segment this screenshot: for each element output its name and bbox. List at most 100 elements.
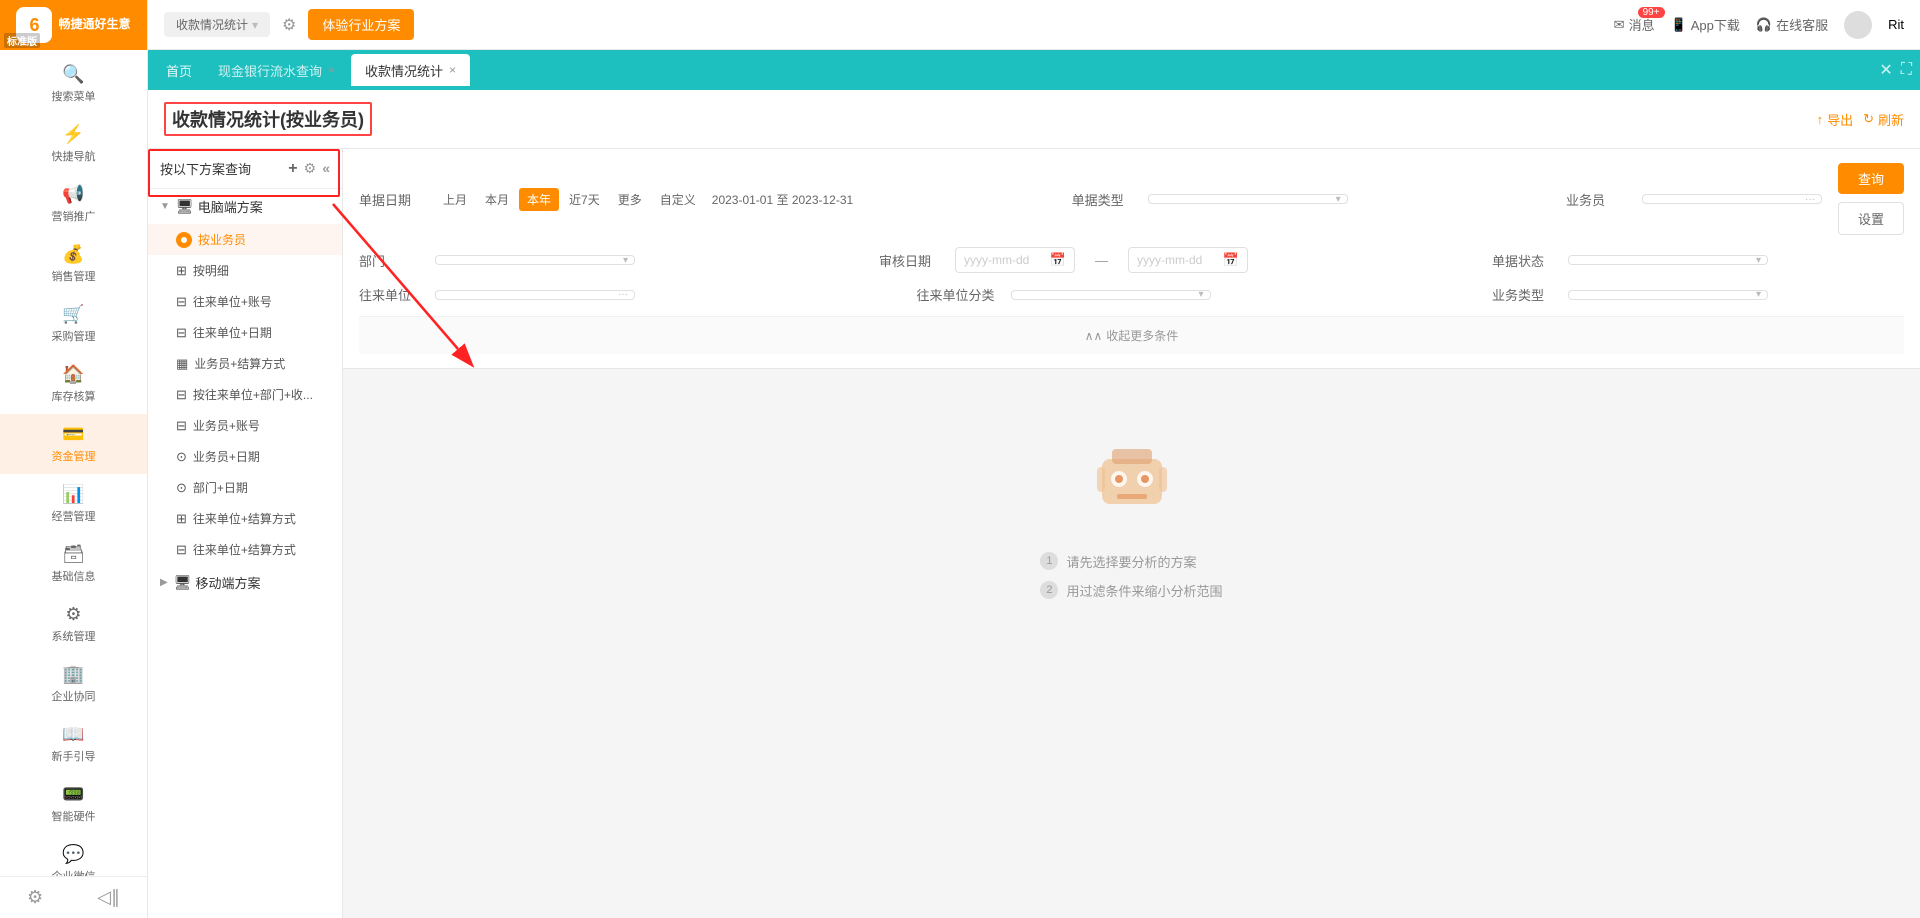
staff-select[interactable]: ···	[1642, 194, 1822, 204]
scheme-item-counterpart_dept[interactable]: ⊟按往来单位+部门+收...	[148, 379, 342, 410]
sidebar-item-basic[interactable]: 🗃基础信息	[0, 534, 147, 594]
sidebar-item-wechat[interactable]: 💬企业微信	[0, 834, 147, 876]
query-button[interactable]: 查询	[1838, 163, 1904, 194]
app-download-label: App下载	[1691, 15, 1740, 34]
counterpart-more: ···	[618, 289, 628, 300]
logo-text: 畅捷通好生意	[58, 17, 130, 33]
search-label: 搜索菜单	[52, 88, 96, 104]
breadcrumb-text: 收款情况统计	[176, 16, 248, 33]
scheme-group-header-desktop[interactable]: ▼🖥电脑端方案	[148, 189, 342, 224]
sidebar-item-marketing[interactable]: 📢营销推广	[0, 174, 147, 234]
step-1-text: 请先选择要分析的方案	[1066, 552, 1196, 571]
scheme-item-counterpart_settlement1[interactable]: ⊞往来单位+结算方式	[148, 503, 342, 534]
scheme-list: ▼🖥电脑端方案按业务员⊞按明细⊟往来单位+账号⊟往来单位+日期▦业务员+结算方式…	[148, 189, 342, 600]
search-icon: 🔍	[62, 64, 84, 85]
collapse-panel-icon[interactable]: «	[322, 160, 330, 178]
sidebar-bottom: ⚙ ◁∥	[0, 876, 147, 918]
sidebar-item-purchase[interactable]: 🛒采购管理	[0, 294, 147, 354]
online-service-action[interactable]: 🎧 在线客服	[1756, 15, 1828, 34]
user-avatar[interactable]	[1844, 11, 1872, 39]
marketing-icon: 📢	[62, 184, 84, 205]
date-tab-上月[interactable]: 上月	[435, 188, 475, 211]
left-panel: 按以下方案查询 + ⚙ « ▼🖥电脑端方案按业务员⊞按明细⊟往来单位+账号⊟往来…	[148, 149, 343, 918]
scheme-item-staff_date[interactable]: ⊙业务员+日期	[148, 441, 342, 472]
scheme-settings-icon[interactable]: ⚙	[304, 160, 317, 178]
scheme-item-label-staff_settlement: 业务员+结算方式	[194, 355, 285, 372]
sidebar-item-sales[interactable]: 💰销售管理	[0, 234, 147, 294]
phone-icon: 📱	[1671, 17, 1687, 33]
messages-badge: 99+	[1638, 7, 1665, 18]
sidebar-item-enterprise[interactable]: 🏢企业协同	[0, 654, 147, 714]
date-tab-自定义[interactable]: 自定义	[652, 188, 704, 211]
counterpart-category-caret: ▾	[1198, 289, 1203, 300]
collapse-icon: ∧∧	[1085, 329, 1103, 343]
sidebar-item-warehouse[interactable]: 🏠库存核算	[0, 354, 147, 414]
wechat-icon: 💬	[62, 844, 84, 865]
biz-type-caret: ▾	[1756, 289, 1761, 300]
biz-type-select[interactable]: ▾	[1568, 290, 1768, 300]
tab-bank-close[interactable]: ×	[328, 63, 335, 77]
scheme-item-label-counterpart_date: 往来单位+日期	[193, 324, 272, 341]
item-icon-counterpart_settlement1: ⊞	[176, 511, 187, 527]
trial-button[interactable]: 体验行业方案	[308, 9, 414, 40]
scheme-item-staff_settlement[interactable]: ▦业务员+结算方式	[148, 348, 342, 379]
tab-bank[interactable]: 现金银行流水查询×	[204, 54, 349, 86]
scheme-item-counterpart_date[interactable]: ⊟往来单位+日期	[148, 317, 342, 348]
collapse-sidebar-icon[interactable]: ◁∥	[97, 887, 120, 908]
tab-bar: 首页 现金银行流水查询×收款情况统计× ✕ ⛶	[148, 50, 1920, 90]
counterpart-category-label: 往来单位分类	[917, 285, 995, 304]
finance-icon: 💳	[62, 424, 84, 445]
staff-caret: ···	[1805, 194, 1815, 205]
date-tab-更多[interactable]: 更多	[610, 188, 650, 211]
staff-label: 业务员	[1566, 190, 1626, 209]
scheme-item-by_detail[interactable]: ⊞按明细	[148, 255, 342, 286]
tabs-container: 现金银行流水查询×收款情况统计×	[204, 54, 470, 86]
empty-step-1: 1 请先选择要分析的方案	[1040, 552, 1222, 571]
doc-status-select[interactable]: ▾	[1568, 255, 1768, 265]
collapse-filter-button[interactable]: ∧∧ 收起更多条件	[359, 316, 1904, 354]
sidebar-item-shortcut[interactable]: ⚡快捷导航	[0, 114, 147, 174]
tab-receipt[interactable]: 收款情况统计×	[351, 54, 470, 86]
add-scheme-icon[interactable]: +	[288, 160, 297, 178]
messages-action[interactable]: ✉ 消息 99+	[1614, 15, 1655, 34]
scheme-item-label-staff_account: 业务员+账号	[193, 417, 260, 434]
sidebar-item-operation[interactable]: 📊经营管理	[0, 474, 147, 534]
scheme-group-desktop: ▼🖥电脑端方案按业务员⊞按明细⊟往来单位+账号⊟往来单位+日期▦业务员+结算方式…	[148, 189, 342, 565]
review-date-from[interactable]: yyyy-mm-dd 📅	[955, 247, 1075, 273]
biz-type-label: 业务类型	[1492, 285, 1552, 304]
tab-receipt-close[interactable]: ×	[449, 63, 456, 77]
doc-type-select[interactable]: ▾	[1148, 194, 1348, 204]
date-tab-近7天[interactable]: 近7天	[561, 188, 608, 211]
date-tabs-control: 上月本月本年近7天更多自定义 2023-01-01 至 2023-12-31	[435, 188, 853, 211]
date-tab-本月[interactable]: 本月	[477, 188, 517, 211]
scheme-item-dept_date[interactable]: ⊙部门+日期	[148, 472, 342, 503]
sidebar-item-hardware[interactable]: 📟智能硬件	[0, 774, 147, 834]
date-tab-本年[interactable]: 本年	[519, 188, 559, 211]
tab-home[interactable]: 首页	[156, 54, 202, 86]
step-1-num: 1	[1040, 552, 1058, 570]
maximize-button[interactable]: ⛶	[1901, 61, 1912, 79]
counterpart-select[interactable]: ···	[435, 290, 635, 300]
scheme-item-counterpart_settlement2[interactable]: ⊟往来单位+结算方式	[148, 534, 342, 565]
close-window-button[interactable]: ✕	[1879, 60, 1892, 80]
scheme-item-staff_account[interactable]: ⊟业务员+账号	[148, 410, 342, 441]
review-date-to[interactable]: yyyy-mm-dd 📅	[1128, 247, 1248, 273]
breadcrumb-caret: ▾	[252, 18, 258, 32]
step-2-num: 2	[1040, 581, 1058, 599]
dept-select[interactable]: ▾	[435, 255, 635, 265]
export-button[interactable]: ↑ 导出	[1817, 110, 1854, 129]
scheme-item-by_staff[interactable]: 按业务员	[148, 224, 342, 255]
sidebar-item-finance[interactable]: 💳资金管理	[0, 414, 147, 474]
sidebar-item-guide[interactable]: 📖新手引导	[0, 714, 147, 774]
counterpart-category-select[interactable]: ▾	[1011, 290, 1211, 300]
app-download-action[interactable]: 📱 App下载	[1671, 15, 1740, 34]
header-settings-icon[interactable]: ⚙	[282, 15, 296, 35]
refresh-button[interactable]: ↻ 刷新	[1863, 110, 1904, 129]
sidebar-item-search[interactable]: 🔍 搜索菜单	[0, 54, 147, 114]
sidebar-item-system[interactable]: ⚙系统管理	[0, 594, 147, 654]
settings-button[interactable]: 设置	[1838, 202, 1904, 235]
scheme-group-header-mobile[interactable]: ▶🖥移动端方案	[148, 565, 342, 600]
settings-bottom-icon[interactable]: ⚙	[27, 887, 43, 908]
scheme-item-label-by_detail: 按明细	[193, 262, 229, 279]
scheme-item-counterpart_account[interactable]: ⊟往来单位+账号	[148, 286, 342, 317]
